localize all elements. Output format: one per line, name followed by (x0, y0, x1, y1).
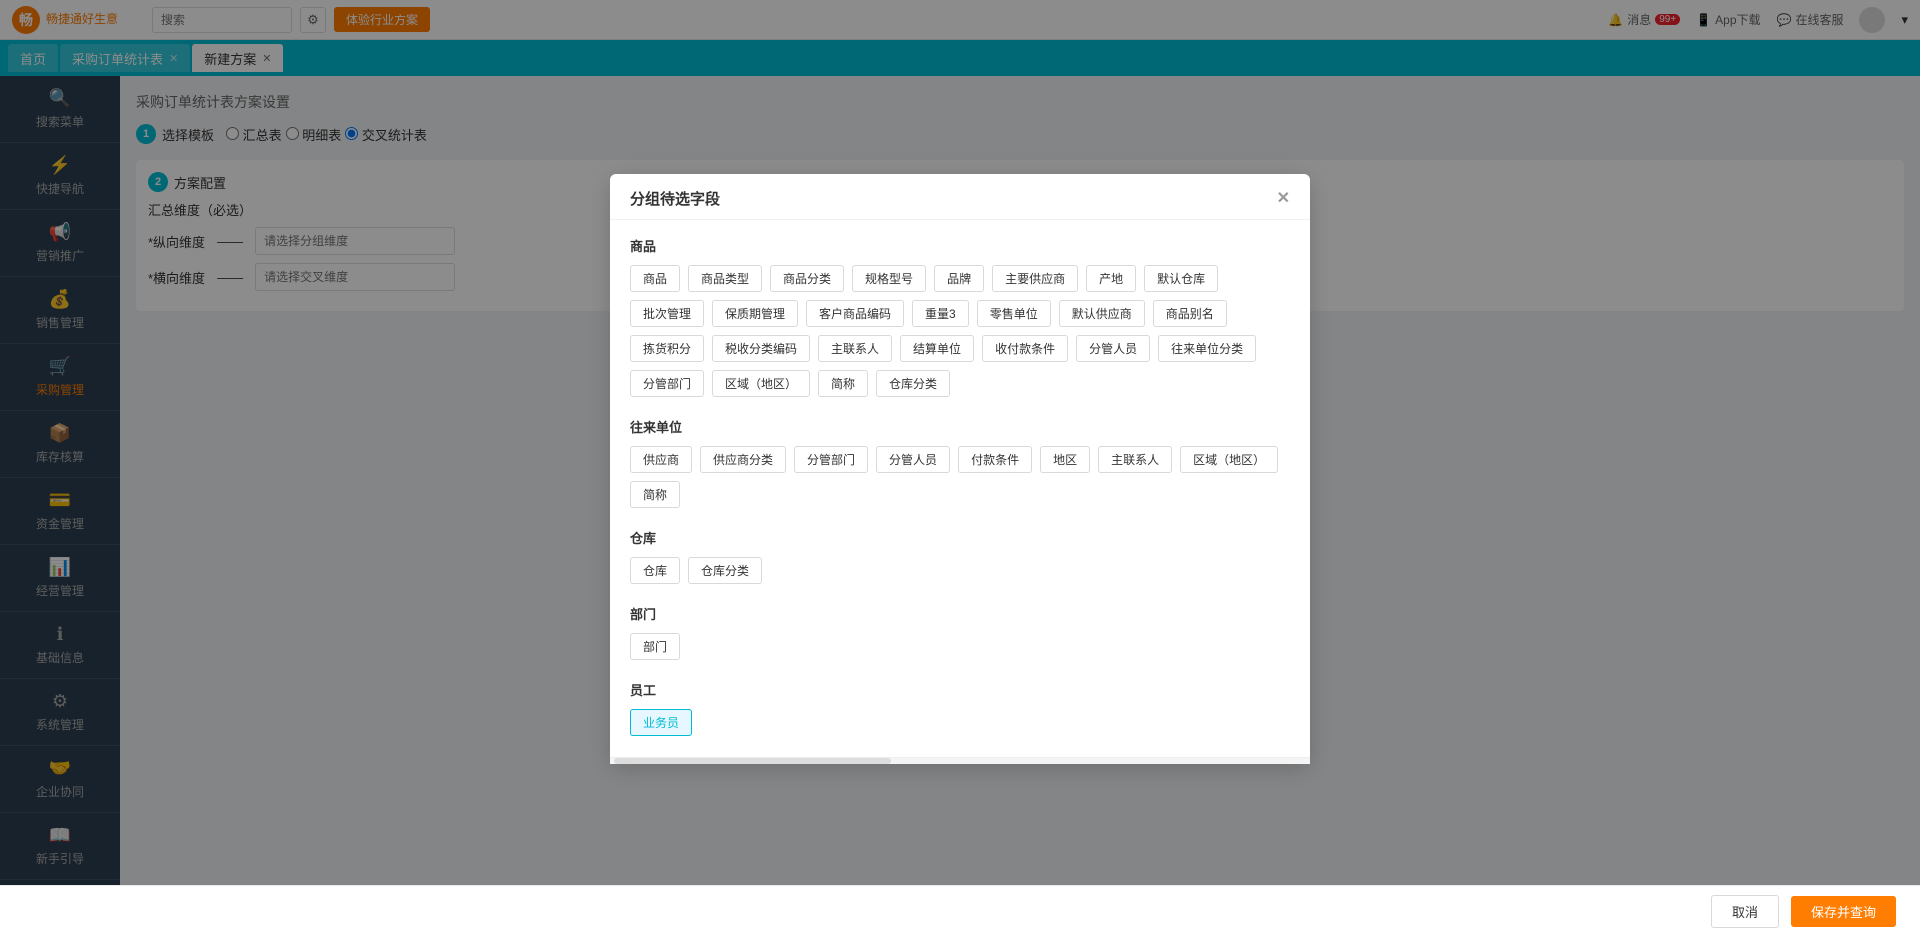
field-tag-main-contact[interactable]: 主联系人 (818, 335, 892, 362)
field-tag-partner-payment[interactable]: 付款条件 (958, 446, 1032, 473)
section-goods-tags: 商品 商品类型 商品分类 规格型号 品牌 主要供应商 产地 默认仓库 批次管理 … (630, 265, 1290, 397)
field-tag-partner-dept[interactable]: 分管部门 (794, 446, 868, 473)
section-partner-title: 往来单位 (630, 417, 1290, 436)
field-tag-spec-model[interactable]: 规格型号 (852, 265, 926, 292)
save-query-button[interactable]: 保存并查询 (1791, 896, 1896, 927)
field-tag-default-warehouse[interactable]: 默认仓库 (1144, 265, 1218, 292)
section-warehouse: 仓库 仓库 仓库分类 (630, 528, 1290, 584)
field-tag-weight3[interactable]: 重量3 (912, 300, 969, 327)
field-tag-manager-staff[interactable]: 分管人员 (1076, 335, 1150, 362)
field-tag-pick-points[interactable]: 拣货积分 (630, 335, 704, 362)
modal-overlay: 分组待选字段 ✕ 商品 商品 商品类型 商品分类 规格型号 品牌 主要供应商 产… (0, 0, 1920, 937)
field-tag-region-goods[interactable]: 区域（地区） (712, 370, 810, 397)
field-tag-default-supplier[interactable]: 默认供应商 (1059, 300, 1145, 327)
field-tag-brand[interactable]: 品牌 (934, 265, 984, 292)
field-tag-warehouse-cat[interactable]: 仓库分类 (688, 557, 762, 584)
field-tag-payment-terms[interactable]: 收付款条件 (982, 335, 1068, 362)
section-staff-tags: 业务员 (630, 709, 1290, 736)
field-tag-partner-staff[interactable]: 分管人员 (876, 446, 950, 473)
field-tag-short-name[interactable]: 简称 (818, 370, 868, 397)
modal-horizontal-scrollbar[interactable] (610, 757, 1310, 764)
section-warehouse-tags: 仓库 仓库分类 (630, 557, 1290, 584)
field-tag-warehouse-category[interactable]: 仓库分类 (876, 370, 950, 397)
field-tag-origin[interactable]: 产地 (1086, 265, 1136, 292)
section-partner-tags: 供应商 供应商分类 分管部门 分管人员 付款条件 地区 主联系人 区域（地区） … (630, 446, 1290, 508)
field-tag-department[interactable]: 部门 (630, 633, 680, 660)
cancel-button[interactable]: 取消 (1711, 895, 1779, 928)
field-tag-partner-category[interactable]: 往来单位分类 (1158, 335, 1256, 362)
section-staff: 员工 业务员 (630, 680, 1290, 736)
field-tag-goods[interactable]: 商品 (630, 265, 680, 292)
field-tag-partner-region[interactable]: 区域（地区） (1180, 446, 1278, 473)
section-staff-title: 员工 (630, 680, 1290, 699)
field-tag-partner-short[interactable]: 简称 (630, 481, 680, 508)
field-tag-customer-code[interactable]: 客户商品编码 (806, 300, 904, 327)
field-tag-settlement-unit[interactable]: 结算单位 (900, 335, 974, 362)
section-partner: 往来单位 供应商 供应商分类 分管部门 分管人员 付款条件 地区 主联系人 区域… (630, 417, 1290, 508)
field-tag-area[interactable]: 地区 (1040, 446, 1090, 473)
field-tag-main-supplier[interactable]: 主要供应商 (992, 265, 1078, 292)
field-tag-warehouse[interactable]: 仓库 (630, 557, 680, 584)
section-department: 部门 部门 (630, 604, 1290, 660)
bottom-bar: 取消 保存并查询 (0, 885, 1920, 937)
section-goods: 商品 商品 商品类型 商品分类 规格型号 品牌 主要供应商 产地 默认仓库 批次… (630, 236, 1290, 397)
section-department-tags: 部门 (630, 633, 1290, 660)
modal-close-button[interactable]: ✕ (1277, 188, 1290, 208)
field-tag-batch-mgmt[interactable]: 批次管理 (630, 300, 704, 327)
field-tag-expiry-mgmt[interactable]: 保质期管理 (712, 300, 798, 327)
horizontal-scrollbar-thumb (614, 758, 891, 764)
modal-body[interactable]: 商品 商品 商品类型 商品分类 规格型号 品牌 主要供应商 产地 默认仓库 批次… (610, 220, 1310, 757)
section-goods-title: 商品 (630, 236, 1290, 255)
field-tag-supplier-category[interactable]: 供应商分类 (700, 446, 786, 473)
section-department-title: 部门 (630, 604, 1290, 623)
field-tag-goods-alias[interactable]: 商品别名 (1153, 300, 1227, 327)
field-tag-tax-code[interactable]: 税收分类编码 (712, 335, 810, 362)
field-tag-goods-category[interactable]: 商品分类 (770, 265, 844, 292)
field-tag-goods-type[interactable]: 商品类型 (688, 265, 762, 292)
field-tag-partner-contact[interactable]: 主联系人 (1098, 446, 1172, 473)
section-warehouse-title: 仓库 (630, 528, 1290, 547)
field-tag-supplier[interactable]: 供应商 (630, 446, 692, 473)
field-tag-dept[interactable]: 分管部门 (630, 370, 704, 397)
field-tag-salesperson[interactable]: 业务员 (630, 709, 692, 736)
modal-title: 分组待选字段 (630, 188, 720, 209)
field-tag-retail-unit[interactable]: 零售单位 (977, 300, 1051, 327)
field-select-modal: 分组待选字段 ✕ 商品 商品 商品类型 商品分类 规格型号 品牌 主要供应商 产… (610, 174, 1310, 764)
modal-header: 分组待选字段 ✕ (610, 174, 1310, 220)
